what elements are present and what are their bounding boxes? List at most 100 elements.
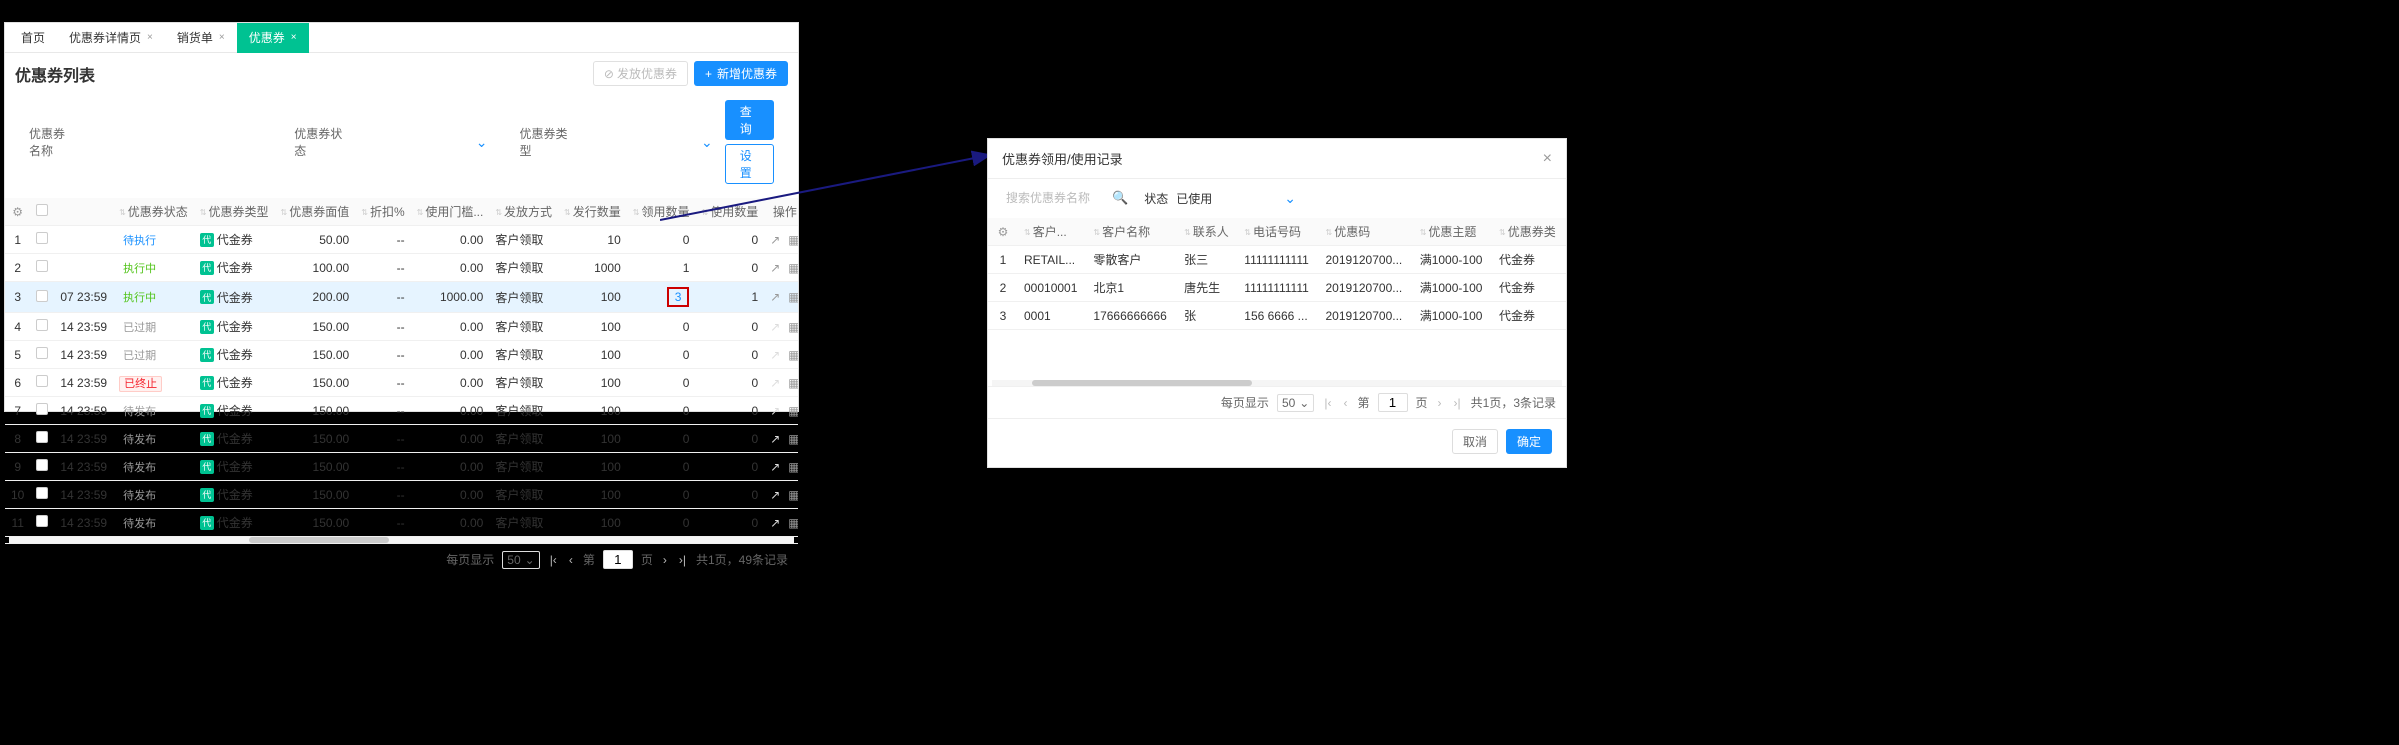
status-value-select[interactable]: 已使用 — [1176, 190, 1276, 207]
sort-icon[interactable]: ⇅ — [361, 208, 368, 217]
qrcode-icon[interactable]: ▦ — [788, 376, 798, 390]
export-icon[interactable]: ↗ — [770, 460, 780, 474]
prev-page-button[interactable]: ‹ — [1341, 396, 1349, 410]
export-icon[interactable]: ↗ — [770, 348, 780, 362]
row-checkbox[interactable] — [36, 260, 48, 272]
setting-button[interactable]: 设置 — [725, 144, 774, 184]
qrcode-icon[interactable]: ▦ — [788, 348, 798, 362]
table-row[interactable]: 9 14 23:59 待发布 代代金券 150.00 -- 0.00 客户领取 … — [5, 453, 798, 481]
sort-icon[interactable]: ⇅ — [119, 208, 126, 217]
tab-coupon[interactable]: 优惠券× — [237, 23, 309, 53]
export-icon[interactable]: ↗ — [770, 376, 780, 390]
row-checkbox[interactable] — [36, 431, 48, 443]
table-row[interactable]: 5 14 23:59 已过期 代代金券 150.00 -- 0.00 客户领取 … — [5, 341, 798, 369]
export-icon[interactable]: ↗ — [770, 516, 780, 530]
page-number-input[interactable] — [1378, 393, 1408, 412]
sort-icon[interactable]: ⇅ — [417, 208, 424, 217]
row-checkbox[interactable] — [36, 487, 48, 499]
first-page-button[interactable]: |‹ — [548, 553, 559, 567]
tab-coupon-detail[interactable]: 优惠券详情页× — [57, 23, 165, 53]
horizontal-scrollbar[interactable] — [9, 537, 794, 543]
row-checkbox[interactable] — [36, 459, 48, 471]
close-icon[interactable]: × — [1543, 150, 1552, 168]
tab-home[interactable]: 首页 — [9, 23, 57, 53]
qrcode-icon[interactable]: ▦ — [788, 516, 798, 530]
page-number-input[interactable] — [603, 550, 633, 569]
first-page-button[interactable]: |‹ — [1322, 396, 1333, 410]
search-input[interactable] — [1002, 189, 1112, 207]
next-page-button[interactable]: › — [1436, 396, 1444, 410]
row-checkbox[interactable] — [36, 232, 48, 244]
issue-coupon-button[interactable]: ⊘ 发放优惠券 — [593, 61, 688, 86]
horizontal-scrollbar[interactable] — [992, 380, 1562, 386]
close-icon[interactable]: × — [291, 32, 297, 43]
table-row[interactable]: 3 0001 17666666666 张 156 6666 ... 201912… — [988, 302, 1566, 330]
row-checkbox[interactable] — [36, 403, 48, 415]
sort-icon[interactable]: ⇅ — [1326, 228, 1333, 237]
table-row[interactable]: 1 RETAIL... 零散客户 张三 11111111111 20191207… — [988, 246, 1566, 274]
export-icon[interactable]: ↗ — [770, 290, 780, 304]
table-row[interactable]: 4 14 23:59 已过期 代代金券 150.00 -- 0.00 客户领取 … — [5, 313, 798, 341]
usage-count-link[interactable]: 3 — [667, 287, 690, 307]
export-icon[interactable]: ↗ — [770, 320, 780, 334]
sort-icon[interactable]: ⇅ — [633, 208, 640, 217]
per-page-select[interactable]: 50 ⌄ — [1277, 394, 1314, 412]
export-icon[interactable]: ↗ — [770, 404, 780, 418]
query-button[interactable]: 查询 — [725, 100, 774, 140]
last-page-button[interactable]: ›| — [1452, 396, 1463, 410]
export-icon[interactable]: ↗ — [770, 233, 780, 247]
confirm-button[interactable]: 确定 — [1506, 429, 1552, 454]
row-checkbox[interactable] — [36, 347, 48, 359]
qrcode-icon[interactable]: ▦ — [788, 432, 798, 446]
cancel-button[interactable]: 取消 — [1452, 429, 1498, 454]
sort-icon[interactable]: ⇅ — [701, 208, 708, 217]
close-icon[interactable]: × — [219, 32, 225, 43]
status-select[interactable]: ⌄ — [355, 132, 492, 153]
sort-icon[interactable]: ⇅ — [281, 208, 288, 217]
select-all-checkbox[interactable] — [36, 204, 48, 216]
table-row[interactable]: 1 待执行 代代金券 50.00 -- 0.00 客户领取 10 0 0 ↗▦ — [5, 226, 798, 254]
next-page-button[interactable]: › — [661, 553, 669, 567]
qrcode-icon[interactable]: ▦ — [788, 290, 798, 304]
export-icon[interactable]: ↗ — [770, 432, 780, 446]
sort-icon[interactable]: ⇅ — [495, 208, 502, 217]
table-row[interactable]: 3 07 23:59 执行中 代代金券 200.00 -- 1000.00 客户… — [5, 282, 798, 313]
export-icon[interactable]: ↗ — [770, 488, 780, 502]
row-checkbox[interactable] — [36, 319, 48, 331]
last-page-button[interactable]: ›| — [677, 553, 688, 567]
qrcode-icon[interactable]: ▦ — [788, 320, 798, 334]
add-coupon-button[interactable]: 新增优惠券 — [694, 61, 788, 86]
qrcode-icon[interactable]: ▦ — [788, 404, 798, 418]
qrcode-icon[interactable]: ▦ — [788, 460, 798, 474]
row-checkbox[interactable] — [36, 515, 48, 527]
table-row[interactable]: 10 14 23:59 待发布 代代金券 150.00 -- 0.00 客户领取… — [5, 481, 798, 509]
tab-sales[interactable]: 销货单× — [165, 23, 237, 53]
sort-icon[interactable]: ⇅ — [564, 208, 571, 217]
table-row[interactable]: 11 14 23:59 待发布 代代金券 150.00 -- 0.00 客户领取… — [5, 509, 798, 537]
prev-page-button[interactable]: ‹ — [567, 553, 575, 567]
table-row[interactable]: 2 执行中 代代金券 100.00 -- 0.00 客户领取 1000 1 0 … — [5, 254, 798, 282]
sort-icon[interactable]: ⇅ — [200, 208, 207, 217]
table-row[interactable]: 2 00010001 北京1 唐先生 11111111111 201912070… — [988, 274, 1566, 302]
sort-icon[interactable]: ⇅ — [1420, 228, 1427, 237]
gear-icon[interactable]: ⚙ — [12, 205, 23, 219]
table-row[interactable]: 6 14 23:59 已终止 代代金券 150.00 -- 0.00 客户领取 … — [5, 369, 798, 397]
sort-icon[interactable]: ⇅ — [1093, 228, 1100, 237]
sort-icon[interactable]: ⇅ — [1024, 228, 1031, 237]
qrcode-icon[interactable]: ▦ — [788, 488, 798, 502]
table-row[interactable]: 7 14 23:59 待发布 代代金券 150.00 -- 0.00 客户领取 … — [5, 397, 798, 425]
search-icon[interactable]: 🔍 — [1112, 190, 1128, 206]
type-select[interactable]: ⌄ — [580, 132, 717, 153]
gear-icon[interactable]: ⚙ — [998, 225, 1009, 239]
export-icon[interactable]: ↗ — [770, 261, 780, 275]
qrcode-icon[interactable]: ▦ — [788, 233, 798, 247]
qrcode-icon[interactable]: ▦ — [788, 261, 798, 275]
table-row[interactable]: 8 14 23:59 待发布 代代金券 150.00 -- 0.00 客户领取 … — [5, 425, 798, 453]
per-page-select[interactable]: 50 ⌄ — [502, 551, 539, 569]
close-icon[interactable]: × — [147, 32, 153, 43]
chevron-down-icon[interactable]: ⌄ — [1284, 190, 1296, 207]
sort-icon[interactable]: ⇅ — [1499, 228, 1506, 237]
row-checkbox[interactable] — [36, 375, 48, 387]
row-checkbox[interactable] — [36, 290, 48, 302]
sort-icon[interactable]: ⇅ — [1184, 228, 1191, 237]
